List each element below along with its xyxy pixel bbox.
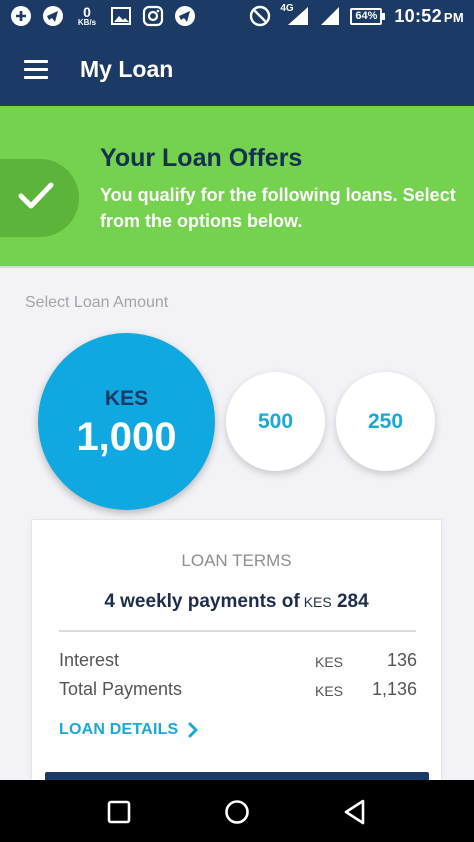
checkmark-badge	[0, 159, 79, 237]
hamburger-menu-icon[interactable]	[20, 56, 54, 84]
amount-currency: KES	[104, 387, 149, 410]
telegram-icon	[42, 5, 64, 27]
telegram-icon	[174, 5, 196, 27]
status-left-icons: 0 KB/s	[10, 5, 196, 27]
total-payments-label: Total Payments	[59, 679, 183, 699]
interest-row: Interest KES 136	[59, 650, 417, 674]
network-speed-value: 0	[83, 4, 91, 20]
home-circle-icon[interactable]	[223, 798, 251, 826]
offers-subtitle: You qualify for the following loans. Sel…	[100, 185, 456, 231]
battery-icon: 64%	[350, 7, 386, 25]
amount-option-value: 250	[367, 409, 404, 433]
network-speed-unit: KB/s	[77, 18, 97, 27]
back-triangle-icon[interactable]	[341, 798, 369, 826]
app-bar: My Loan	[0, 34, 474, 106]
status-bar: 0 KB/s 4G 64% 10:52 PM	[0, 0, 474, 34]
loan-offers-banner: Your Loan Offers You qualify for the fol…	[0, 106, 474, 268]
page-title: My Loan	[80, 56, 174, 82]
total-payments-currency: KES	[315, 683, 344, 699]
signal-icon	[319, 5, 341, 27]
signal-4g-icon: 4G	[280, 3, 310, 27]
amount-option-500[interactable]: 500	[226, 372, 325, 471]
weekly-payments-summary: 4 weekly payments of KES 284	[32, 591, 441, 613]
checkmark-icon	[18, 182, 54, 209]
select-amount-label: Select Loan Amount	[25, 294, 169, 311]
interest-currency: KES	[315, 654, 344, 670]
clock: 10:52 PM	[394, 6, 464, 27]
system-nav-bar	[0, 780, 474, 842]
weekly-payments-text: 4 weekly payments of	[104, 591, 300, 612]
loan-terms-card: LOAN TERMS 4 weekly payments of KES 284 I…	[31, 519, 442, 781]
loan-details-link[interactable]: LOAN DETAILS	[59, 721, 198, 739]
clock-ampm: PM	[443, 9, 464, 25]
loan-details-label: LOAN DETAILS	[59, 721, 179, 738]
instagram-icon	[142, 5, 164, 27]
do-not-disturb-icon	[249, 5, 271, 27]
chevron-right-icon	[188, 722, 198, 738]
interest-value: 136	[386, 650, 417, 670]
total-payments-row: Total Payments KES 1,136	[59, 679, 417, 703]
amount-option-value: 500	[257, 409, 294, 433]
offers-title: Your Loan Offers	[100, 144, 303, 172]
amount-option-250[interactable]: 250	[336, 372, 435, 471]
add-circle-icon	[10, 5, 32, 27]
weekly-payments-currency: KES	[303, 594, 332, 610]
interest-label: Interest	[59, 650, 120, 670]
divider	[59, 630, 416, 632]
status-right-icons: 4G 64% 10:52 PM	[249, 3, 464, 27]
image-icon	[110, 5, 132, 27]
recents-square-icon[interactable]	[105, 798, 133, 826]
amount-option-selected[interactable]: KES 1,000	[38, 333, 215, 510]
battery-level: 64%	[350, 7, 383, 25]
amount-value: 1,000	[76, 415, 177, 459]
clock-time: 10:52	[394, 5, 442, 26]
network-speed: 0 KB/s	[74, 5, 100, 27]
weekly-payments-amount: 284	[336, 591, 369, 612]
loan-terms-title: LOAN TERMS	[181, 551, 292, 570]
total-payments-value: 1,136	[371, 679, 417, 699]
